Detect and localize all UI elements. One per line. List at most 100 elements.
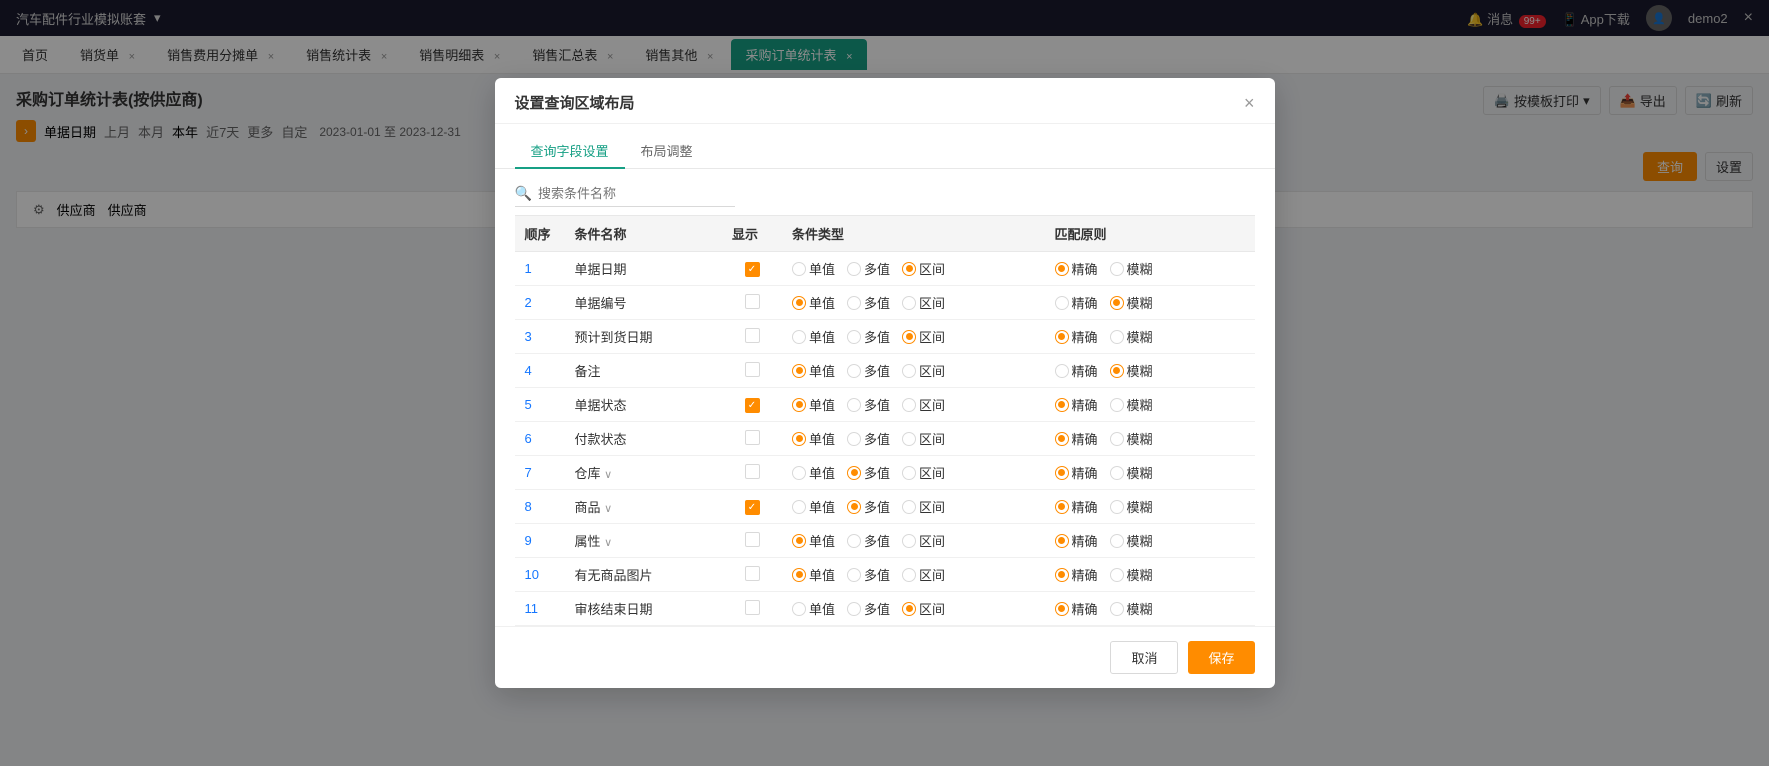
cell-show[interactable]: [722, 354, 782, 388]
type-radio-区间[interactable]: 区间: [902, 327, 945, 346]
type-radio-单值[interactable]: 单值: [792, 429, 835, 448]
match-radio-模糊[interactable]: 模糊: [1110, 497, 1153, 516]
cell-name: 属性 ∨: [565, 524, 723, 558]
cell-show[interactable]: [722, 456, 782, 490]
match-radio-精确[interactable]: 精确: [1055, 565, 1098, 584]
match-radio-模糊[interactable]: 模糊: [1110, 361, 1153, 380]
show-checkbox[interactable]: [745, 362, 760, 377]
radio-dot: [1055, 398, 1069, 412]
cell-type: 单值多值区间: [782, 524, 1045, 558]
match-radio-精确[interactable]: 精确: [1055, 531, 1098, 550]
cell-show[interactable]: [722, 524, 782, 558]
radio-dot: [792, 330, 806, 344]
match-radio-精确[interactable]: 精确: [1055, 429, 1098, 448]
cell-show[interactable]: [722, 592, 782, 626]
cell-order: 7: [515, 456, 565, 490]
show-checkbox[interactable]: [745, 430, 760, 445]
match-radio-精确[interactable]: 精确: [1055, 259, 1098, 278]
table-row: 10有无商品图片单值多值区间精确模糊: [515, 558, 1255, 592]
match-radio-精确[interactable]: 精确: [1055, 293, 1098, 312]
cell-name: 商品 ∨: [565, 490, 723, 524]
type-radio-区间[interactable]: 区间: [902, 463, 945, 482]
match-radio-模糊[interactable]: 模糊: [1110, 531, 1153, 550]
modal-search-area: 🔍: [495, 169, 1275, 215]
show-checkbox[interactable]: [745, 500, 760, 515]
cell-type: 单值多值区间: [782, 354, 1045, 388]
type-radio-区间[interactable]: 区间: [902, 361, 945, 380]
cell-match: 精确模糊: [1045, 456, 1255, 490]
type-radio-区间[interactable]: 区间: [902, 565, 945, 584]
match-radio-模糊[interactable]: 模糊: [1110, 429, 1153, 448]
type-radio-多值[interactable]: 多值: [847, 361, 890, 380]
radio-dot: [792, 602, 806, 616]
save-btn[interactable]: 保存: [1188, 641, 1254, 674]
cell-show[interactable]: [722, 320, 782, 354]
radio-dot: [792, 398, 806, 412]
cell-show[interactable]: [722, 422, 782, 456]
type-radio-单值[interactable]: 单值: [792, 395, 835, 414]
match-radio-精确[interactable]: 精确: [1055, 395, 1098, 414]
show-checkbox[interactable]: [745, 532, 760, 547]
type-radio-区间[interactable]: 区间: [902, 395, 945, 414]
type-radio-多值[interactable]: 多值: [847, 327, 890, 346]
show-checkbox[interactable]: [745, 600, 760, 615]
match-radio-模糊[interactable]: 模糊: [1110, 565, 1153, 584]
type-radio-单值[interactable]: 单值: [792, 565, 835, 584]
radio-dot: [847, 364, 861, 378]
type-radio-区间[interactable]: 区间: [902, 497, 945, 516]
type-radio-区间[interactable]: 区间: [902, 293, 945, 312]
type-radio-多值[interactable]: 多值: [847, 293, 890, 312]
match-radio-模糊[interactable]: 模糊: [1110, 327, 1153, 346]
type-radio-单值[interactable]: 单值: [792, 531, 835, 550]
type-radio-多值[interactable]: 多值: [847, 565, 890, 584]
type-radio-多值[interactable]: 多值: [847, 497, 890, 516]
cell-show[interactable]: [722, 252, 782, 286]
type-radio-多值[interactable]: 多值: [847, 429, 890, 448]
type-radio-区间[interactable]: 区间: [902, 531, 945, 550]
show-checkbox[interactable]: [745, 398, 760, 413]
cell-show[interactable]: [722, 490, 782, 524]
type-radio-单值[interactable]: 单值: [792, 497, 835, 516]
type-radio-多值[interactable]: 多值: [847, 599, 890, 618]
show-checkbox[interactable]: [745, 294, 760, 309]
show-checkbox[interactable]: [745, 566, 760, 581]
cell-show[interactable]: [722, 286, 782, 320]
match-radio-精确[interactable]: 精确: [1055, 327, 1098, 346]
type-radio-区间[interactable]: 区间: [902, 599, 945, 618]
cell-show[interactable]: [722, 388, 782, 422]
match-radio-模糊[interactable]: 模糊: [1110, 599, 1153, 618]
match-radio-模糊[interactable]: 模糊: [1110, 259, 1153, 278]
match-radio-精确[interactable]: 精确: [1055, 599, 1098, 618]
radio-dot: [902, 330, 916, 344]
type-radio-单值[interactable]: 单值: [792, 599, 835, 618]
type-radio-单值[interactable]: 单值: [792, 361, 835, 380]
search-input[interactable]: [538, 186, 718, 201]
type-radio-多值[interactable]: 多值: [847, 259, 890, 278]
type-radio-区间[interactable]: 区间: [902, 429, 945, 448]
match-radio-精确[interactable]: 精确: [1055, 463, 1098, 482]
type-radio-多值[interactable]: 多值: [847, 463, 890, 482]
show-checkbox[interactable]: [745, 262, 760, 277]
modal-tab-layout[interactable]: 布局调整: [625, 134, 709, 169]
type-radio-区间[interactable]: 区间: [902, 259, 945, 278]
cell-name: 审核结束日期: [565, 592, 723, 626]
type-radio-多值[interactable]: 多值: [847, 395, 890, 414]
radio-dot: [902, 602, 916, 616]
type-radio-单值[interactable]: 单值: [792, 327, 835, 346]
match-radio-模糊[interactable]: 模糊: [1110, 463, 1153, 482]
type-radio-单值[interactable]: 单值: [792, 463, 835, 482]
match-radio-模糊[interactable]: 模糊: [1110, 293, 1153, 312]
type-radio-单值[interactable]: 单值: [792, 293, 835, 312]
match-radio-精确[interactable]: 精确: [1055, 361, 1098, 380]
cell-match: 精确模糊: [1045, 252, 1255, 286]
match-radio-模糊[interactable]: 模糊: [1110, 395, 1153, 414]
modal-close-btn[interactable]: ×: [1244, 94, 1255, 112]
match-radio-精确[interactable]: 精确: [1055, 497, 1098, 516]
modal-tab-query-fields[interactable]: 查询字段设置: [515, 134, 625, 169]
type-radio-多值[interactable]: 多值: [847, 531, 890, 550]
type-radio-单值[interactable]: 单值: [792, 259, 835, 278]
cell-show[interactable]: [722, 558, 782, 592]
cancel-btn[interactable]: 取消: [1110, 641, 1178, 674]
show-checkbox[interactable]: [745, 464, 760, 479]
show-checkbox[interactable]: [745, 328, 760, 343]
